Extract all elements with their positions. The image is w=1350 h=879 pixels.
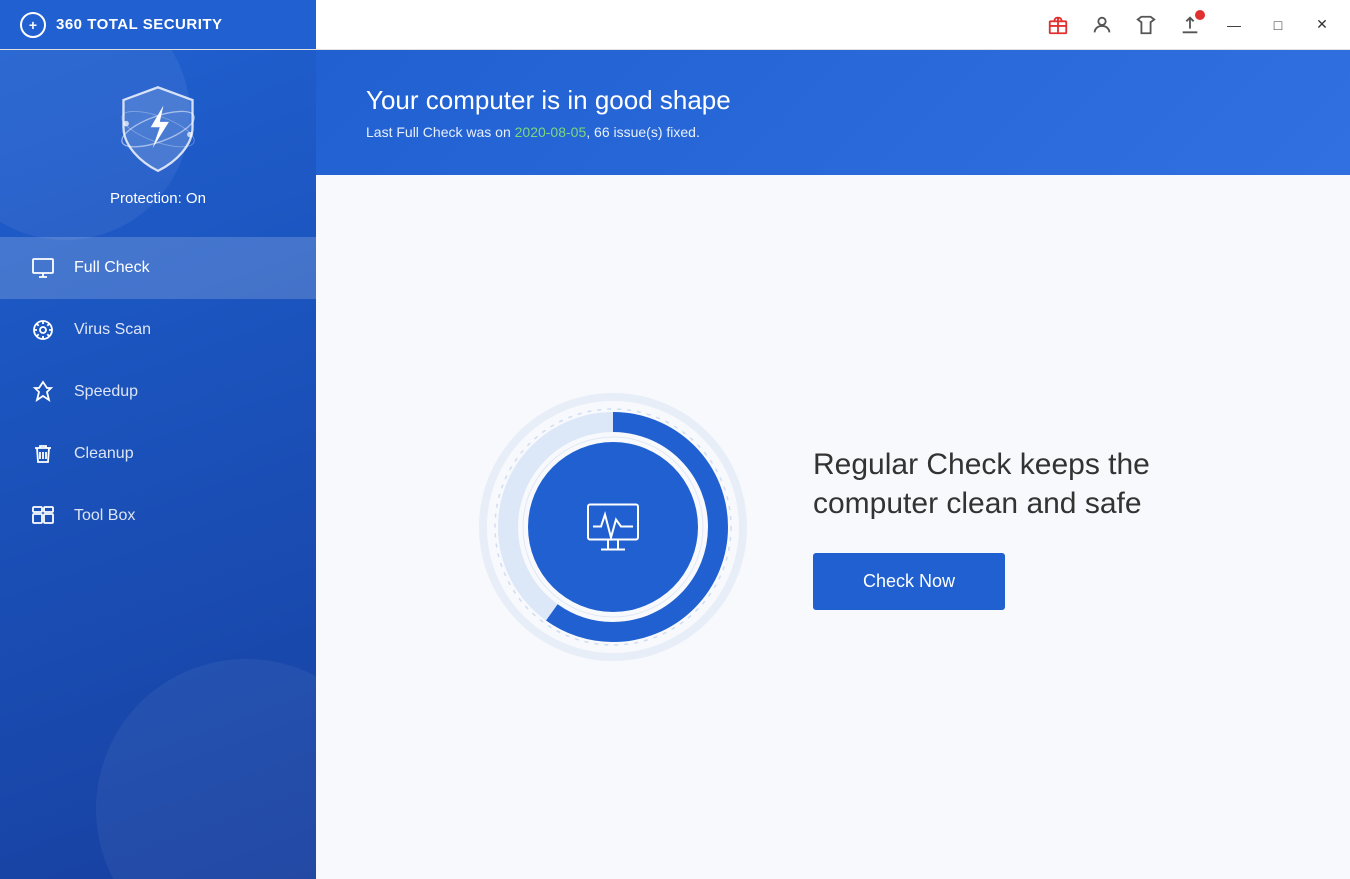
gift-button[interactable] bbox=[1038, 5, 1078, 45]
status-title: Your computer is in good shape bbox=[366, 85, 1300, 116]
full-check-icon bbox=[30, 255, 56, 281]
sidebar-item-virus-scan[interactable]: Virus Scan bbox=[0, 299, 316, 361]
virus-scan-icon bbox=[30, 317, 56, 343]
status-banner: Your computer is in good shape Last Full… bbox=[316, 50, 1350, 175]
close-button[interactable]: ✕ bbox=[1302, 5, 1342, 45]
toolbox-label: Tool Box bbox=[74, 507, 135, 525]
virus-scan-label: Virus Scan bbox=[74, 321, 151, 339]
update-button[interactable] bbox=[1170, 5, 1210, 45]
update-badge bbox=[1195, 10, 1205, 20]
logo-circle: + bbox=[20, 12, 46, 38]
content-area: Your computer is in good shape Last Full… bbox=[316, 50, 1350, 879]
full-check-label: Full Check bbox=[74, 259, 150, 277]
status-prefix: Last Full Check was on bbox=[366, 124, 515, 140]
sidebar-item-full-check[interactable]: Full Check bbox=[0, 237, 316, 299]
main-content: Regular Check keeps the computer clean a… bbox=[316, 175, 1350, 879]
sidebar-logo-area: Protection: On bbox=[108, 50, 208, 227]
minimize-button[interactable]: — bbox=[1214, 5, 1254, 45]
titlebar-branding: + 360 TOTAL SECURITY bbox=[0, 0, 316, 49]
titlebar-controls: — □ ✕ bbox=[1038, 5, 1350, 45]
app-name: 360 TOTAL SECURITY bbox=[56, 16, 223, 33]
donut-center-icon bbox=[528, 442, 698, 612]
sidebar-item-cleanup[interactable]: Cleanup bbox=[0, 423, 316, 485]
sidebar-item-toolbox[interactable]: Tool Box bbox=[0, 485, 316, 547]
cleanup-label: Cleanup bbox=[74, 445, 134, 463]
speedup-label: Speedup bbox=[74, 383, 138, 401]
protection-status: Protection: On bbox=[110, 190, 206, 207]
cta-title: Regular Check keeps the computer clean a… bbox=[813, 445, 1193, 523]
status-subtitle: Last Full Check was on 2020-08-05, 66 is… bbox=[366, 124, 1300, 140]
status-date: 2020-08-05 bbox=[515, 124, 587, 140]
donut-chart bbox=[473, 387, 753, 667]
titlebar: + 360 TOTAL SECURITY — bbox=[0, 0, 1350, 50]
sidebar: Protection: On Full Check Virus Scan bbox=[0, 50, 316, 879]
nav-items: Full Check Virus Scan Speedup bbox=[0, 237, 316, 547]
speedup-icon bbox=[30, 379, 56, 405]
status-suffix: , 66 issue(s) fixed. bbox=[586, 124, 700, 140]
main-layout: Protection: On Full Check Virus Scan bbox=[0, 50, 1350, 879]
cleanup-icon bbox=[30, 441, 56, 467]
cta-area: Regular Check keeps the computer clean a… bbox=[813, 445, 1193, 610]
maximize-button[interactable]: □ bbox=[1258, 5, 1298, 45]
shirt-button[interactable] bbox=[1126, 5, 1166, 45]
sidebar-item-speedup[interactable]: Speedup bbox=[0, 361, 316, 423]
profile-button[interactable] bbox=[1082, 5, 1122, 45]
toolbox-icon bbox=[30, 503, 56, 529]
check-now-button[interactable]: Check Now bbox=[813, 553, 1005, 610]
shield-icon bbox=[108, 80, 208, 180]
